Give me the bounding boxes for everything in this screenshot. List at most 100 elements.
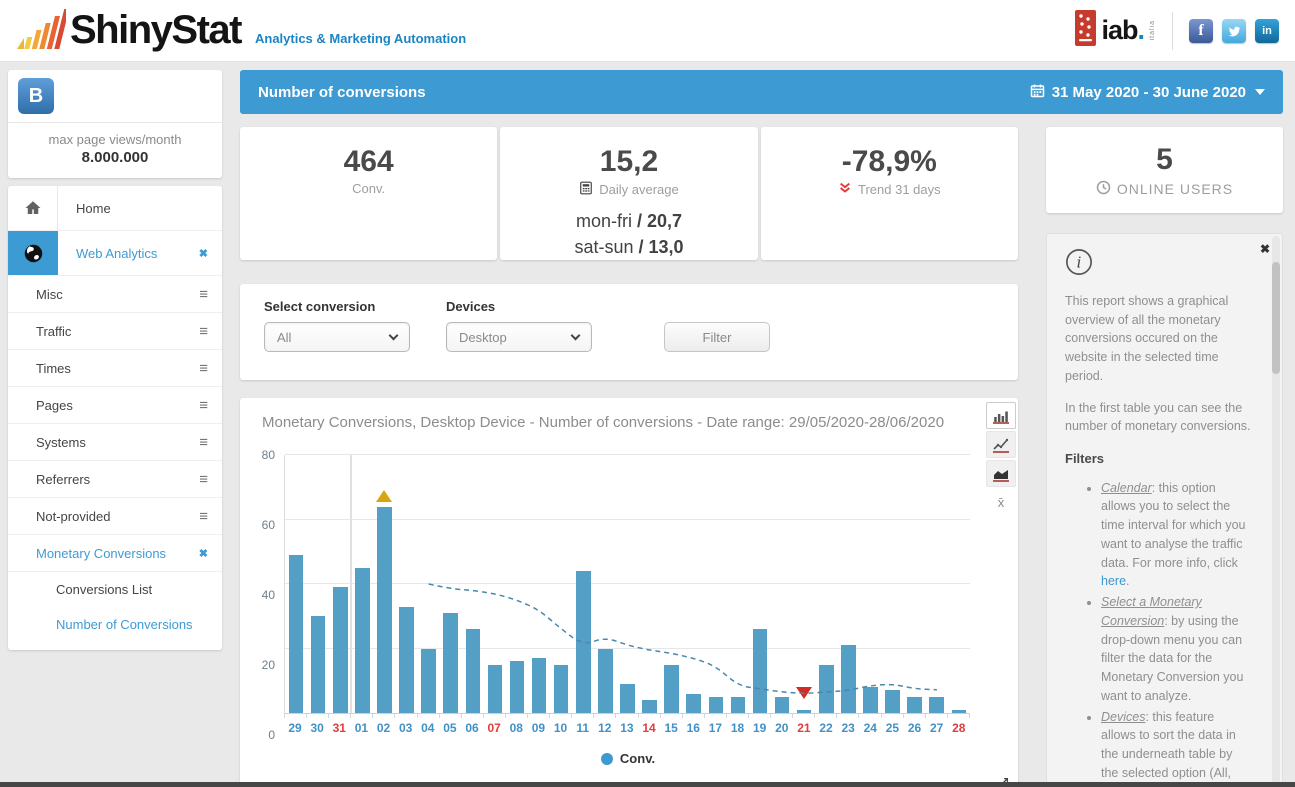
sidebar-item-number-of-conversions[interactable]: Number of Conversions: [8, 607, 222, 642]
bar-02[interactable]: [377, 506, 392, 713]
plan-info: max page views/month 8.000.000: [8, 123, 222, 178]
bullet-term: Calendar: [1101, 480, 1152, 495]
devices-select[interactable]: Desktop: [446, 322, 592, 352]
menu-handle-icon[interactable]: ≡: [199, 508, 208, 525]
sidebar-item-label: Monetary Conversions: [36, 545, 167, 561]
bar-22[interactable]: [819, 664, 834, 713]
bar-31[interactable]: [332, 587, 348, 713]
bar-25[interactable]: [885, 690, 900, 713]
linkedin-icon[interactable]: in: [1255, 18, 1279, 43]
bar-18[interactable]: [730, 696, 746, 713]
main-area: Number of conversions 31 May 2020 - 30 J…: [240, 70, 1283, 787]
bar-30[interactable]: [310, 616, 326, 713]
x-tick-label: 19: [753, 721, 767, 735]
chart-x-labels: 29 30 31 01 02 03 04 05 06 07 08 09 10 11 12 13 14 15 16 17…: [284, 721, 970, 735]
date-range-picker[interactable]: 31 May 2020 - 30 June 2020: [1030, 83, 1265, 102]
sidebar-item-home[interactable]: Home: [8, 186, 222, 231]
bar-29[interactable]: [288, 554, 304, 713]
globe-icon: [8, 231, 58, 275]
bar-27[interactable]: [929, 696, 945, 713]
menu-handle-icon[interactable]: ≡: [199, 434, 208, 451]
bar-01[interactable]: [355, 567, 370, 713]
sidebar-item-times[interactable]: Times ≡: [8, 350, 222, 387]
x-tick-label: 25: [885, 721, 900, 735]
bar-slot: [462, 455, 484, 713]
menu-handle-icon[interactable]: ≡: [199, 323, 208, 340]
sidebar-item-misc[interactable]: Misc ≡: [8, 276, 222, 313]
y-tick-label: 20: [261, 658, 275, 672]
bar-26[interactable]: [907, 696, 922, 713]
x-tick-label: 24: [863, 721, 877, 735]
bar-03[interactable]: [399, 606, 414, 713]
filter-panel: Select conversion All Devices Desktop Fi…: [240, 284, 1018, 380]
sidebar-item-conversions-list[interactable]: Conversions List: [8, 572, 222, 607]
plan-badge[interactable]: B: [18, 78, 54, 114]
app-root: ShinyStat Analytics & Marketing Automati…: [0, 0, 1295, 787]
twitter-icon[interactable]: [1222, 18, 1246, 43]
sidebar-item-traffic[interactable]: Traffic ≡: [8, 313, 222, 350]
scrollbar-thumb[interactable]: [1272, 262, 1280, 374]
bar-16[interactable]: [686, 693, 702, 713]
filter-button[interactable]: Filter: [664, 322, 770, 352]
chart-legend[interactable]: Conv.: [252, 751, 1004, 766]
scrollbar-track[interactable]: [1272, 236, 1280, 787]
bar-28[interactable]: [951, 709, 967, 713]
bar-slot: [639, 455, 661, 713]
bar-23[interactable]: [841, 645, 856, 713]
close-icon[interactable]: ✖: [199, 547, 208, 560]
chart-type-tools: x̄: [986, 402, 1016, 516]
sidebar-item-monetary-conversions[interactable]: Monetary Conversions ✖: [8, 535, 222, 572]
sidebar-item-systems[interactable]: Systems ≡: [8, 424, 222, 461]
help-link[interactable]: here: [1101, 574, 1126, 588]
chevron-down-icon: [1255, 89, 1265, 95]
bar-08[interactable]: [509, 661, 525, 713]
menu-handle-icon[interactable]: ≡: [199, 360, 208, 377]
bar-15[interactable]: [664, 664, 679, 713]
chart-x-ticks: [284, 713, 970, 718]
conversions-value: 464: [343, 145, 394, 178]
close-icon[interactable]: ✖: [199, 247, 208, 260]
filters-bullet-calendar: Calendar: this option allows you to sele…: [1101, 479, 1252, 592]
bar-slot: [395, 455, 417, 713]
sidebar-item-label: Web Analytics: [76, 245, 158, 261]
daily-average-breakdown: mon-fri / 20,7 sat-sun / 13,0: [574, 211, 684, 258]
bar-10[interactable]: [553, 664, 569, 713]
bar-07[interactable]: [487, 664, 503, 713]
x-tick-label: 30: [310, 721, 324, 735]
social-links: f in: [1189, 18, 1279, 43]
bar-09[interactable]: [531, 658, 547, 713]
x-tick-label: 12: [598, 721, 612, 735]
sidebar-item-not-provided[interactable]: Not-provided ≡: [8, 498, 222, 535]
menu-handle-icon[interactable]: ≡: [199, 286, 208, 303]
bar-11[interactable]: [575, 571, 591, 713]
line-chart-icon[interactable]: [986, 431, 1016, 458]
sidebar-item-referrers[interactable]: Referrers ≡: [8, 461, 222, 498]
bar-12[interactable]: [598, 648, 613, 713]
bar-21[interactable]: [796, 709, 812, 713]
bar-04[interactable]: [421, 648, 436, 713]
x-tick-label: 05: [443, 721, 457, 735]
bar-slot: [440, 455, 462, 713]
x-tick-label: 16: [686, 721, 700, 735]
area-chart-icon[interactable]: [986, 460, 1016, 487]
bar-24[interactable]: [863, 687, 878, 713]
bar-19[interactable]: [752, 629, 768, 713]
close-icon[interactable]: ✖: [1260, 240, 1270, 258]
menu-handle-icon[interactable]: ≡: [199, 471, 208, 488]
sidebar-item-pages[interactable]: Pages ≡: [8, 387, 222, 424]
bar-chart-icon[interactable]: [986, 402, 1016, 429]
menu-handle-icon[interactable]: ≡: [199, 397, 208, 414]
bar-06[interactable]: [465, 629, 481, 713]
bar-05[interactable]: [443, 613, 458, 713]
bar-14[interactable]: [642, 700, 657, 713]
facebook-icon[interactable]: f: [1189, 18, 1213, 43]
bar-17[interactable]: [708, 696, 724, 713]
bar-20[interactable]: [774, 696, 790, 713]
conversion-select[interactable]: All: [264, 322, 410, 352]
mean-icon[interactable]: x̄: [986, 489, 1016, 516]
bar-slot: [727, 455, 749, 713]
bar-slot: [793, 455, 815, 713]
sidebar-item-web-analytics[interactable]: Web Analytics ✖: [8, 231, 222, 276]
bar-13[interactable]: [620, 683, 635, 713]
shinystat-logo-icon: [10, 6, 70, 55]
